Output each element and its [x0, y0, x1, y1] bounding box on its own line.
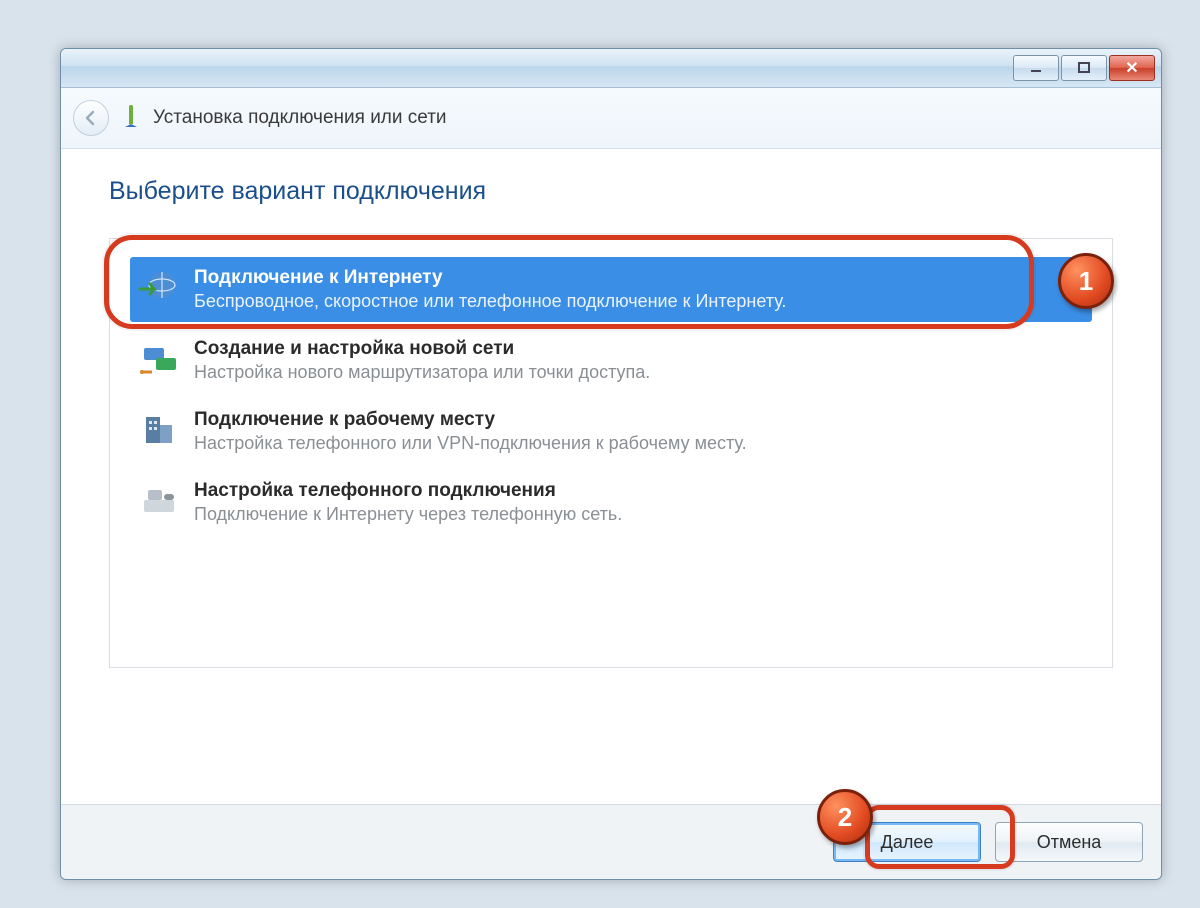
option-desc: Подключение к Интернету через телефонную… — [194, 504, 1084, 525]
option-title: Создание и настройка новой сети — [194, 338, 1084, 360]
option-title: Настройка телефонного подключения — [194, 480, 1084, 502]
close-button[interactable]: ✕ — [1109, 55, 1155, 81]
maximize-button[interactable] — [1061, 55, 1107, 81]
titlebar: ✕ — [61, 49, 1161, 88]
network-wizard-icon — [119, 104, 143, 133]
option-title: Подключение к рабочему месту — [194, 409, 1084, 431]
connection-option-list: Подключение к Интернету Беспроводное, ск… — [109, 238, 1113, 668]
router-setup-icon — [138, 338, 180, 380]
option-title: Подключение к Интернету — [194, 267, 1084, 289]
option-desc: Настройка нового маршрутизатора или точк… — [194, 362, 1084, 383]
option-setup-dialup[interactable]: Настройка телефонного подключения Подклю… — [130, 470, 1092, 535]
cancel-button[interactable]: Отмена — [995, 822, 1143, 862]
phone-dialup-icon — [138, 480, 180, 522]
option-connect-to-internet[interactable]: Подключение к Интернету Беспроводное, ск… — [130, 257, 1092, 322]
window-title: Установка подключения или сети — [153, 107, 447, 129]
body-area: Выберите вариант подключения Подключение… — [61, 149, 1161, 668]
minimize-button[interactable] — [1013, 55, 1059, 81]
next-button[interactable]: Далее — [833, 822, 981, 862]
page-heading: Выберите вариант подключения — [109, 177, 1113, 206]
option-setup-new-network[interactable]: Создание и настройка новой сети Настройк… — [130, 328, 1092, 393]
option-desc: Беспроводное, скоростное или телефонное … — [194, 291, 1084, 312]
option-connect-to-workplace[interactable]: Подключение к рабочему месту Настройка т… — [130, 399, 1092, 464]
header-row: Установка подключения или сети — [61, 88, 1161, 149]
back-button[interactable] — [73, 100, 109, 136]
globe-arrow-icon — [138, 267, 180, 309]
wizard-window: ✕ Установка подключения или сети Выберит… — [60, 48, 1162, 880]
option-desc: Настройка телефонного или VPN-подключени… — [194, 433, 1084, 454]
footer-bar: Далее Отмена 2 — [61, 804, 1161, 879]
workplace-building-icon — [138, 409, 180, 451]
